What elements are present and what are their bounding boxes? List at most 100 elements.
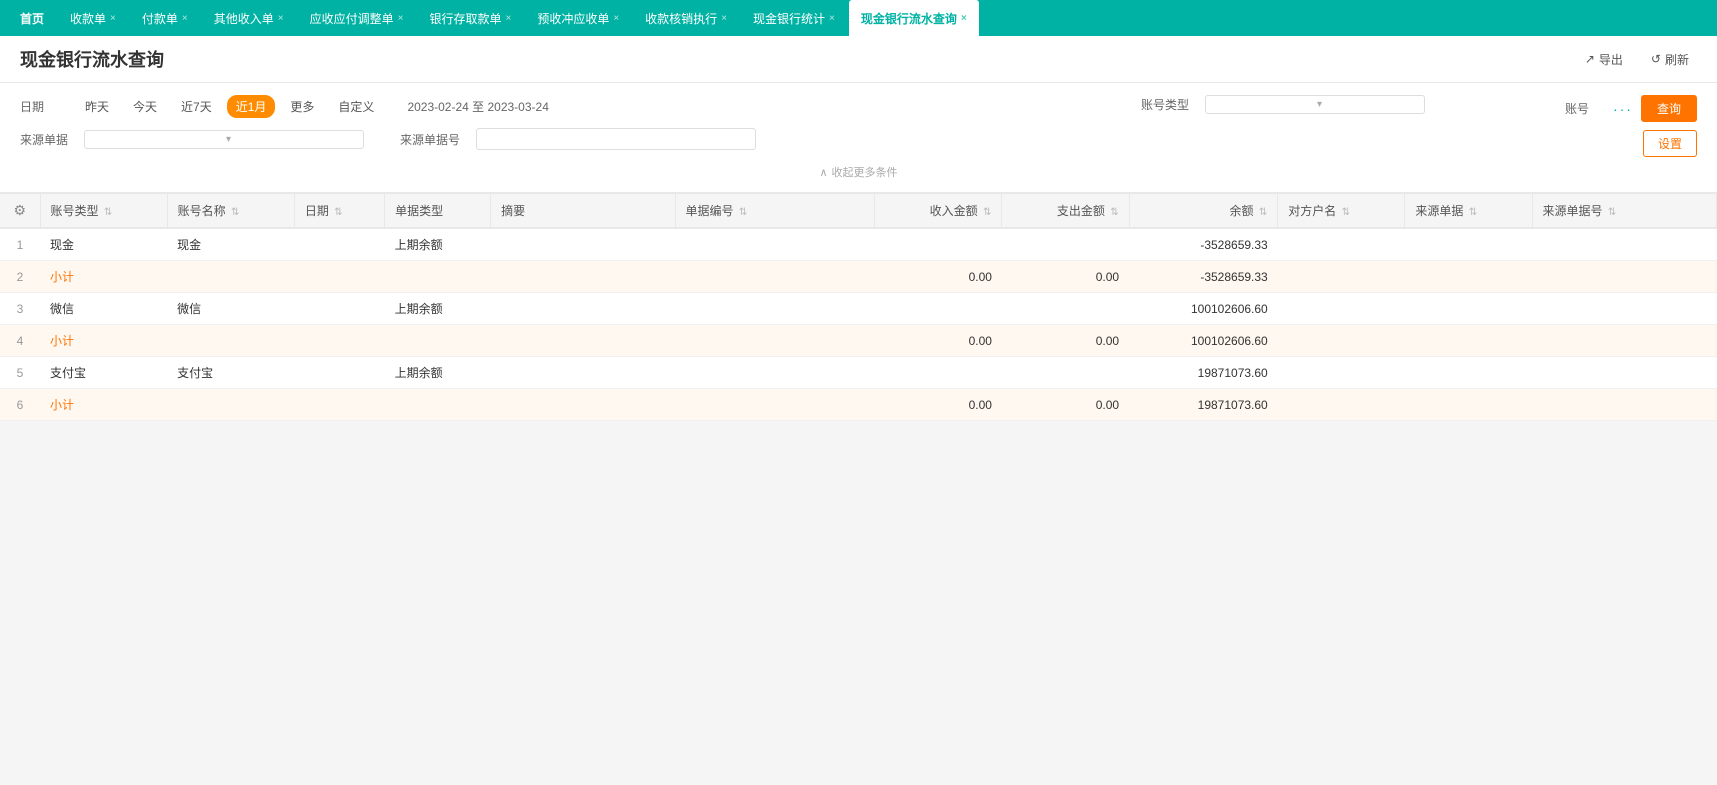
nav-label-bank-deposit: 银行存取款单: [429, 10, 501, 27]
setting-button[interactable]: 设置: [1643, 130, 1697, 157]
cell-source-doc-no: [1532, 228, 1716, 261]
col-date[interactable]: 日期 ⇅: [294, 194, 384, 229]
cell-account-name: 支付宝: [167, 357, 294, 389]
collapse-button[interactable]: ∧ 收起更多条件: [819, 164, 897, 180]
col-balance[interactable]: 余额 ⇅: [1129, 194, 1278, 229]
cell-source-doc-no: [1532, 325, 1716, 357]
cell-doc-no: [675, 389, 875, 421]
nav-close-bank-deposit[interactable]: ×: [505, 13, 511, 24]
cell-source-doc-no: [1532, 261, 1716, 293]
col-summary[interactable]: 摘要: [491, 194, 675, 229]
cell-index: 1: [0, 228, 40, 261]
header-actions: ↗ 导出 ↺ 刷新: [1577, 47, 1697, 72]
cell-income: 0.00: [875, 325, 1002, 357]
table-row: 1现金现金上期余额-3528659.33: [0, 228, 1717, 261]
date-btn-today[interactable]: 今天: [124, 95, 166, 118]
nav-item-other-income[interactable]: 其他收入单 ×: [202, 0, 296, 36]
cell-counterpart: [1278, 389, 1405, 421]
cell-counterpart: [1278, 228, 1405, 261]
source-doc-arrow-icon: ▾: [226, 134, 355, 145]
date-btn-custom[interactable]: 自定义: [329, 95, 383, 118]
nav-item-cash-bank-flow[interactable]: 现金银行流水查询 ×: [849, 0, 979, 36]
nav-close-collection-verify[interactable]: ×: [721, 13, 727, 24]
table-header-row: ⚙ 账号类型 ⇅ 账号名称 ⇅ 日期 ⇅ 单据类型 摘要: [0, 194, 1717, 229]
refresh-label: 刷新: [1665, 51, 1689, 68]
query-button[interactable]: 查询: [1641, 95, 1697, 122]
gear-icon[interactable]: ⚙: [13, 202, 26, 218]
col-doc-type[interactable]: 单据类型: [385, 194, 491, 229]
source-doc-no-input[interactable]: [476, 128, 756, 150]
col-expense[interactable]: 支出金额 ⇅: [1002, 194, 1129, 229]
cell-date: [294, 293, 384, 325]
date-btn-yesterday[interactable]: 昨天: [76, 95, 118, 118]
cell-summary: [491, 261, 675, 293]
col-counterpart[interactable]: 对方户名 ⇅: [1278, 194, 1405, 229]
cell-account-name: [167, 261, 294, 293]
cell-date: [294, 228, 384, 261]
cell-source-doc: [1405, 228, 1532, 261]
date-btn-1month[interactable]: 近1月: [227, 95, 276, 118]
date-range: 2023-02-24 至 2023-03-24: [407, 98, 548, 115]
cell-income: [875, 228, 1002, 261]
col-income[interactable]: 收入金额 ⇅: [875, 194, 1002, 229]
cell-doc-no: [675, 293, 875, 325]
cell-doc-type: [385, 389, 491, 421]
cell-expense: 0.00: [1002, 389, 1129, 421]
cell-expense: [1002, 228, 1129, 261]
col-source-doc-no[interactable]: 来源单据号 ⇅: [1532, 194, 1716, 229]
nav-item-ar-ap-adjust[interactable]: 应收应付调整单 ×: [298, 0, 416, 36]
col-account-type[interactable]: 账号类型 ⇅: [40, 194, 167, 229]
nav-close-advance-offset[interactable]: ×: [613, 13, 619, 24]
sort-icon-source-doc: ⇅: [1469, 207, 1477, 218]
nav-item-cash-bank-stats[interactable]: 现金银行统计 ×: [741, 0, 847, 36]
sort-icon-income: ⇅: [983, 207, 991, 218]
date-label: 日期: [20, 98, 60, 115]
table-row: 3微信微信上期余额100102606.60: [0, 293, 1717, 325]
cell-balance: 100102606.60: [1129, 293, 1278, 325]
cell-doc-no: [675, 228, 875, 261]
nav-close-receipts[interactable]: ×: [110, 13, 116, 24]
nav-item-payments[interactable]: 付款单 ×: [130, 0, 200, 36]
account-type-select[interactable]: ▾: [1205, 95, 1425, 114]
col-account-name[interactable]: 账号名称 ⇅: [167, 194, 294, 229]
account-more-icon[interactable]: ···: [1613, 101, 1633, 117]
refresh-button[interactable]: ↺ 刷新: [1643, 47, 1697, 72]
nav-label-payments: 付款单: [142, 10, 178, 27]
nav-close-cash-bank-flow[interactable]: ×: [961, 13, 967, 24]
col-gear[interactable]: ⚙: [0, 194, 40, 229]
cell-doc-no: [675, 261, 875, 293]
nav-close-other-income[interactable]: ×: [278, 13, 284, 24]
nav-item-home[interactable]: 首页: [8, 0, 56, 36]
sort-icon-date: ⇅: [334, 207, 342, 218]
sort-icon-expense: ⇅: [1110, 207, 1118, 218]
date-btn-7days[interactable]: 近7天: [172, 95, 221, 118]
col-doc-no[interactable]: 单据编号 ⇅: [675, 194, 875, 229]
date-btn-more[interactable]: 更多: [281, 95, 323, 118]
cell-summary: [491, 293, 675, 325]
nav-close-cash-bank-stats[interactable]: ×: [829, 13, 835, 24]
table-body: 1现金现金上期余额-3528659.332小计0.000.00-3528659.…: [0, 228, 1717, 421]
cell-source-doc: [1405, 261, 1532, 293]
nav-close-ar-ap[interactable]: ×: [398, 13, 404, 24]
table-row: 6小计0.000.0019871073.60: [0, 389, 1717, 421]
sort-icon-account-name: ⇅: [231, 207, 239, 218]
nav-item-bank-deposit[interactable]: 银行存取款单 ×: [417, 0, 523, 36]
cell-index: 4: [0, 325, 40, 357]
cell-account-name: [167, 325, 294, 357]
nav-item-receipts[interactable]: 收款单 ×: [58, 0, 128, 36]
cell-expense: 0.00: [1002, 261, 1129, 293]
cell-account-type: 现金: [40, 228, 167, 261]
cell-doc-type: 上期余额: [385, 293, 491, 325]
nav-item-advance-offset[interactable]: 预收冲应收单 ×: [525, 0, 631, 36]
refresh-icon: ↺: [1651, 52, 1661, 66]
nav-item-collection-verify[interactable]: 收款核销执行 ×: [633, 0, 739, 36]
cell-doc-type: 上期余额: [385, 228, 491, 261]
cell-doc-no: [675, 325, 875, 357]
source-doc-select[interactable]: ▾: [84, 130, 364, 149]
col-source-doc[interactable]: 来源单据 ⇅: [1405, 194, 1532, 229]
nav-close-payments[interactable]: ×: [182, 13, 188, 24]
export-button[interactable]: ↗ 导出: [1577, 47, 1631, 72]
cell-balance: 19871073.60: [1129, 389, 1278, 421]
cell-doc-type: 上期余额: [385, 357, 491, 389]
cell-expense: 0.00: [1002, 325, 1129, 357]
